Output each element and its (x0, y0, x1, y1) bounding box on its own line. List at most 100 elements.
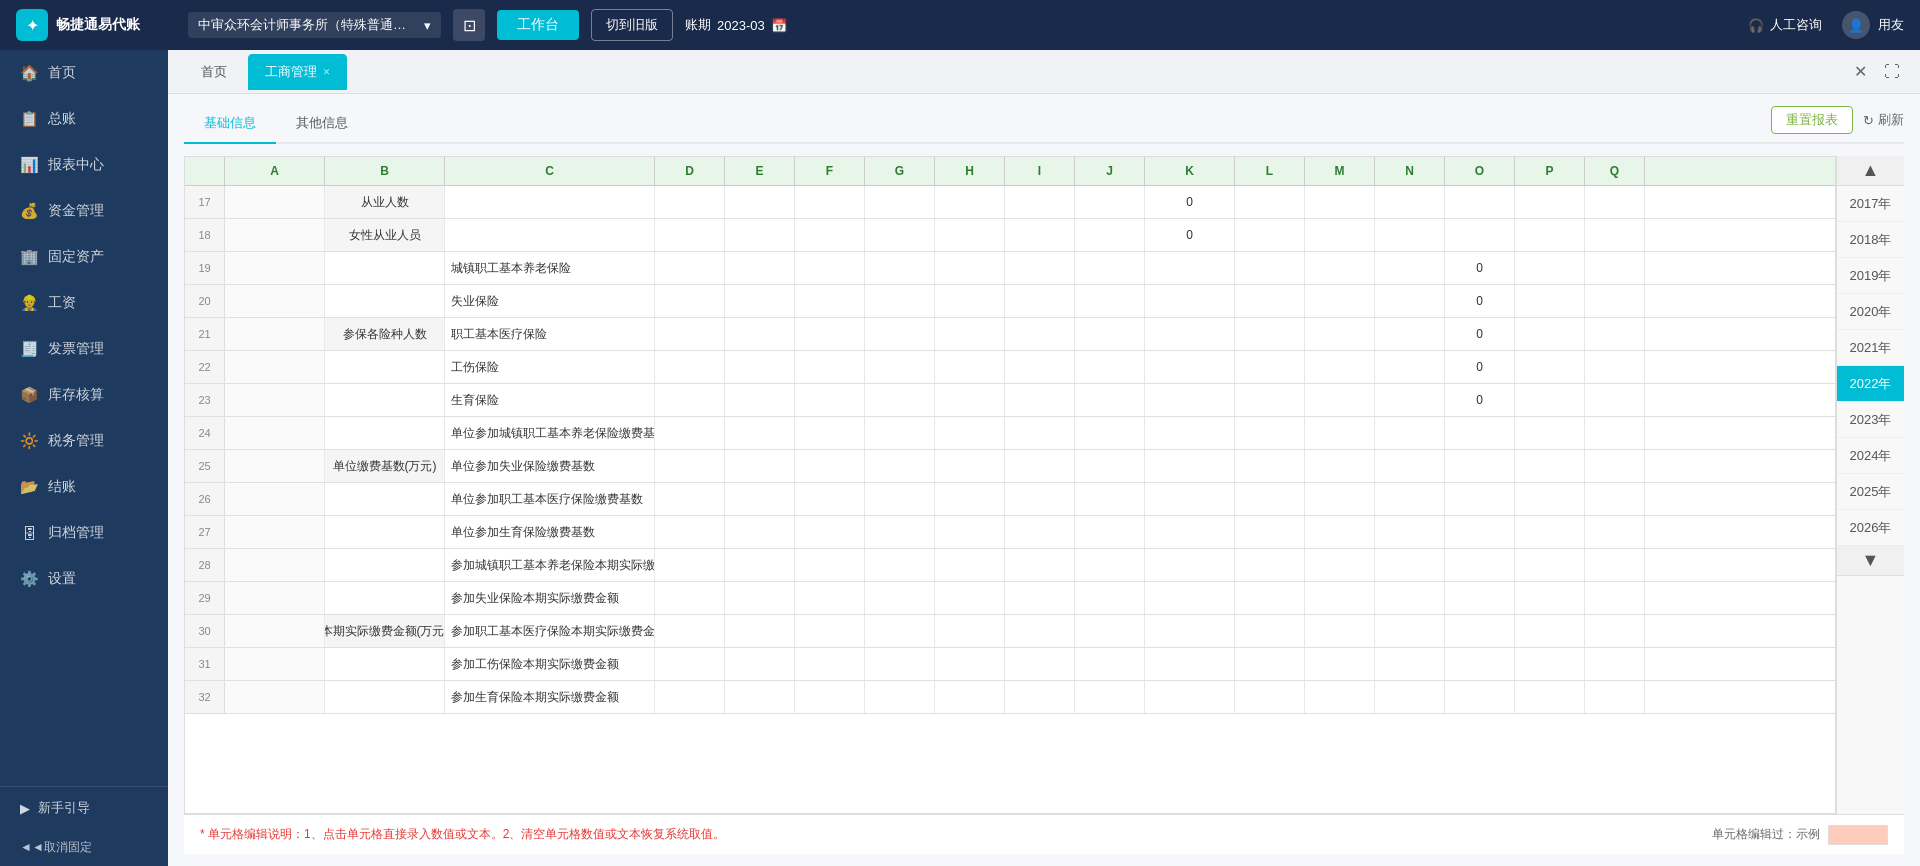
cell-32-n[interactable] (1375, 681, 1445, 713)
cell-26-g[interactable] (865, 483, 935, 515)
cell-18-h[interactable] (935, 219, 1005, 251)
cell-19-e[interactable] (725, 252, 795, 284)
cell-17-d[interactable] (655, 186, 725, 218)
cell-25-q[interactable] (1585, 450, 1645, 482)
tab-close-icon[interactable]: × (323, 65, 330, 79)
cell-20-a[interactable] (225, 285, 325, 317)
company-selector[interactable]: 中审众环会计师事务所（特殊普通合伙... ▾ (188, 12, 441, 38)
cell-21-o[interactable]: 0 (1445, 318, 1515, 350)
cell-31-d[interactable] (655, 648, 725, 680)
spreadsheet-container[interactable]: A B C D E F G H I J K L M N O (184, 156, 1836, 814)
cell-29-b[interactable] (325, 582, 445, 614)
cell-27-e[interactable] (725, 516, 795, 548)
cell-26-m[interactable] (1305, 483, 1375, 515)
sidebar-item-inventory[interactable]: 📦 库存核算 (0, 372, 168, 418)
sub-tab-other-info[interactable]: 其他信息 (276, 106, 368, 144)
cell-25-h[interactable] (935, 450, 1005, 482)
cell-18-g[interactable] (865, 219, 935, 251)
sidebar-item-assets[interactable]: 🏢 固定资产 (0, 234, 168, 280)
cell-22-o[interactable]: 0 (1445, 351, 1515, 383)
cell-32-q[interactable] (1585, 681, 1645, 713)
cell-31-o[interactable] (1445, 648, 1515, 680)
cell-19-d[interactable] (655, 252, 725, 284)
cell-26-n[interactable] (1375, 483, 1445, 515)
cell-27-c[interactable]: 单位参加生育保险缴费基数 (445, 516, 655, 548)
cell-22-m[interactable] (1305, 351, 1375, 383)
cell-21-h[interactable] (935, 318, 1005, 350)
cell-23-d[interactable] (655, 384, 725, 416)
cell-21-b[interactable]: 参保各险种人数 (325, 318, 445, 350)
cell-20-f[interactable] (795, 285, 865, 317)
cell-28-d[interactable] (655, 549, 725, 581)
cell-20-l[interactable] (1235, 285, 1305, 317)
sidebar-item-home[interactable]: 🏠 首页 (0, 50, 168, 96)
cell-26-f[interactable] (795, 483, 865, 515)
cell-22-l[interactable] (1235, 351, 1305, 383)
cell-17-c[interactable] (445, 186, 655, 218)
sidebar-item-invoice[interactable]: 🧾 发票管理 (0, 326, 168, 372)
cell-20-k[interactable] (1145, 285, 1235, 317)
cell-30-h[interactable] (935, 615, 1005, 647)
sidebar-item-close[interactable]: 📂 结账 (0, 464, 168, 510)
cell-24-g[interactable] (865, 417, 935, 449)
tab-home[interactable]: 首页 (184, 54, 244, 90)
cell-19-j[interactable] (1075, 252, 1145, 284)
cell-24-c[interactable]: 单位参加城镇职工基本养老保险缴费基数 (445, 417, 655, 449)
cell-27-j[interactable] (1075, 516, 1145, 548)
cell-17-b[interactable]: 从业人数 (325, 186, 445, 218)
cell-26-c[interactable]: 单位参加职工基本医疗保险缴费基数 (445, 483, 655, 515)
cell-29-p[interactable] (1515, 582, 1585, 614)
switch-version-button[interactable]: 切到旧版 (591, 9, 673, 41)
cell-19-c[interactable]: 城镇职工基本养老保险 (445, 252, 655, 284)
cell-27-b[interactable] (325, 516, 445, 548)
cell-30-m[interactable] (1305, 615, 1375, 647)
cell-20-q[interactable] (1585, 285, 1645, 317)
cell-21-d[interactable] (655, 318, 725, 350)
cell-17-h[interactable] (935, 186, 1005, 218)
cell-26-k[interactable] (1145, 483, 1235, 515)
cell-28-m[interactable] (1305, 549, 1375, 581)
cell-20-c[interactable]: 失业保险 (445, 285, 655, 317)
cell-29-m[interactable] (1305, 582, 1375, 614)
cell-17-k[interactable]: 0 (1145, 186, 1235, 218)
cell-30-d[interactable] (655, 615, 725, 647)
new-user-guide[interactable]: ▶ 新手引导 (0, 787, 168, 829)
cell-25-b[interactable]: 单位缴费基数(万元) (325, 450, 445, 482)
cell-22-q[interactable] (1585, 351, 1645, 383)
cell-32-e[interactable] (725, 681, 795, 713)
cell-19-n[interactable] (1375, 252, 1445, 284)
cell-18-e[interactable] (725, 219, 795, 251)
cell-17-m[interactable] (1305, 186, 1375, 218)
cell-31-h[interactable] (935, 648, 1005, 680)
cell-20-p[interactable] (1515, 285, 1585, 317)
cell-23-p[interactable] (1515, 384, 1585, 416)
cell-20-n[interactable] (1375, 285, 1445, 317)
cell-31-q[interactable] (1585, 648, 1645, 680)
cell-19-k[interactable] (1145, 252, 1235, 284)
cell-26-a[interactable] (225, 483, 325, 515)
cell-17-g[interactable] (865, 186, 935, 218)
cell-27-q[interactable] (1585, 516, 1645, 548)
sidebar-item-funds[interactable]: 💰 资金管理 (0, 188, 168, 234)
cell-25-g[interactable] (865, 450, 935, 482)
cell-23-j[interactable] (1075, 384, 1145, 416)
cell-31-g[interactable] (865, 648, 935, 680)
cell-25-n[interactable] (1375, 450, 1445, 482)
cell-22-g[interactable] (865, 351, 935, 383)
cell-24-d[interactable] (655, 417, 725, 449)
cell-30-k[interactable] (1145, 615, 1235, 647)
year-item-2017[interactable]: 2017年 (1837, 186, 1904, 222)
cell-24-h[interactable] (935, 417, 1005, 449)
cell-25-l[interactable] (1235, 450, 1305, 482)
cell-22-f[interactable] (795, 351, 865, 383)
cell-30-i[interactable] (1005, 615, 1075, 647)
cell-22-b[interactable] (325, 351, 445, 383)
cell-28-c[interactable]: 参加城镇职工基本养老保险本期实际缴费金额 (445, 549, 655, 581)
cell-22-p[interactable] (1515, 351, 1585, 383)
cell-27-h[interactable] (935, 516, 1005, 548)
cell-26-o[interactable] (1445, 483, 1515, 515)
cell-27-d[interactable] (655, 516, 725, 548)
cell-31-p[interactable] (1515, 648, 1585, 680)
cell-32-i[interactable] (1005, 681, 1075, 713)
cell-32-f[interactable] (795, 681, 865, 713)
